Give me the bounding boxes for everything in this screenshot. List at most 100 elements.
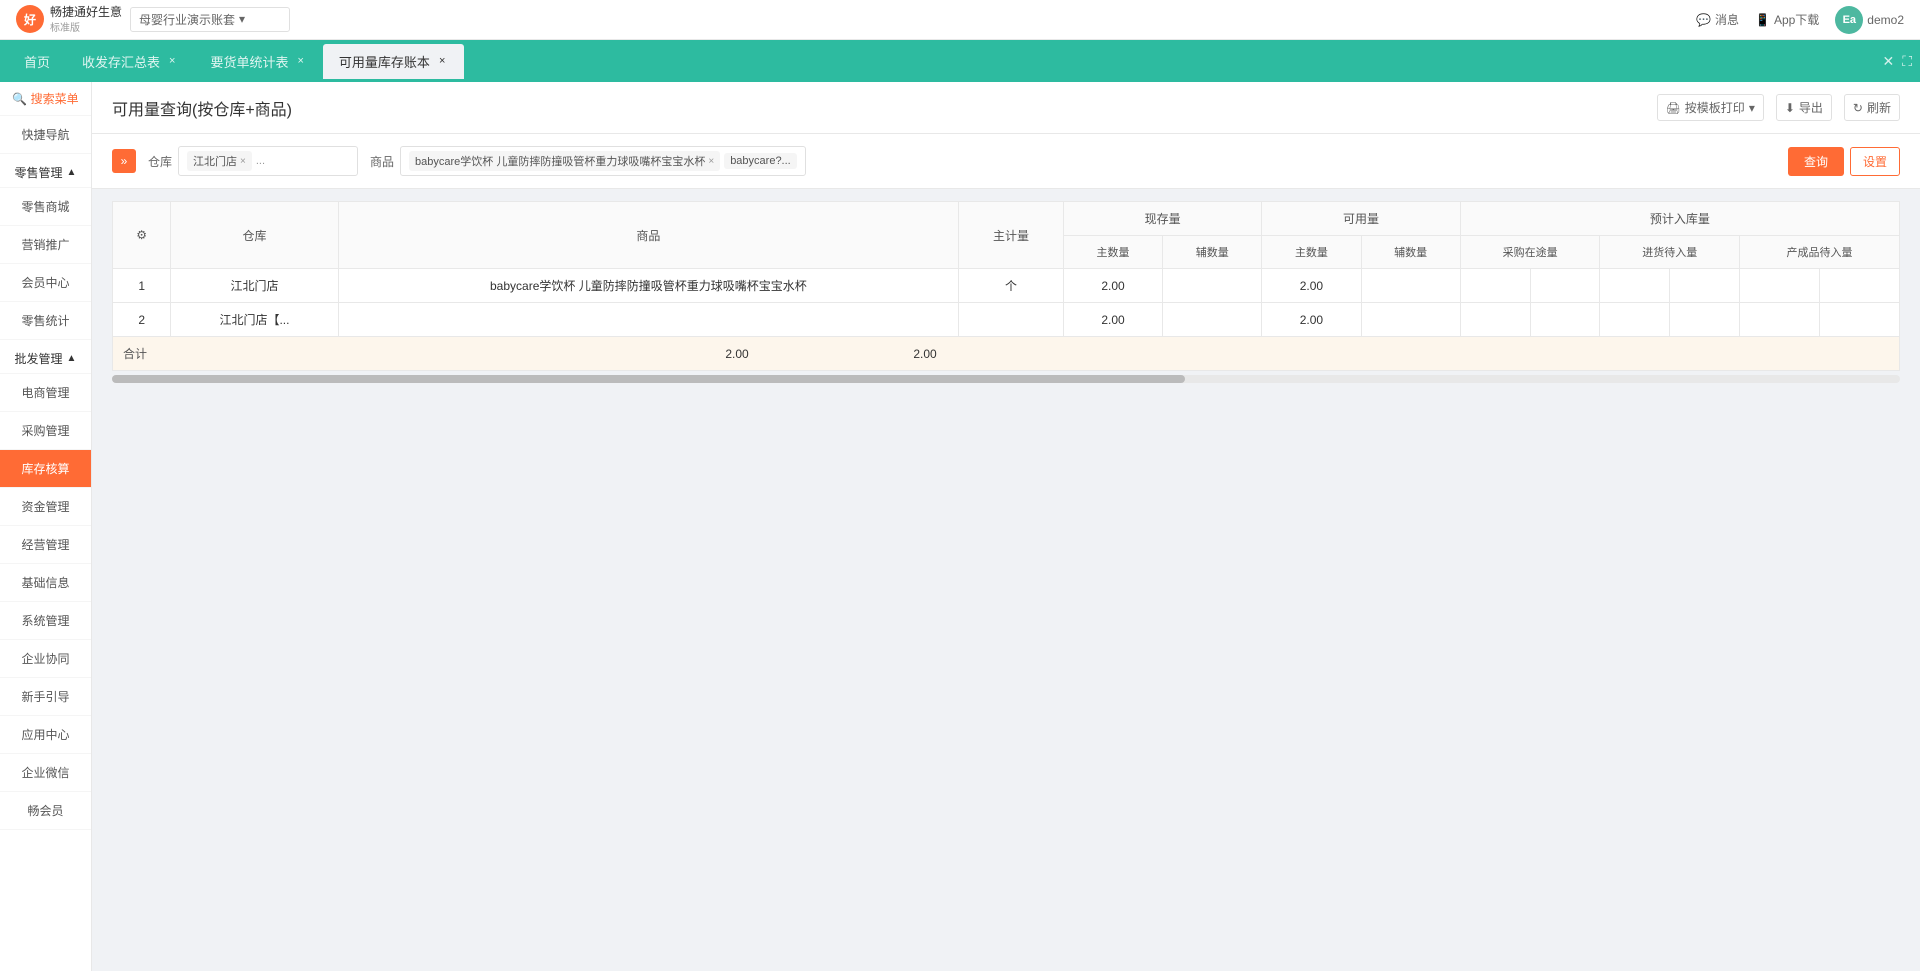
export-icon: ⬇ <box>1785 101 1795 115</box>
product-filter: 商品 babycare学饮杯 儿童防摔防撞吸管杯重力球吸嘴杯宝宝水杯 × bab… <box>370 146 806 176</box>
sidebar-item-ecommerce[interactable]: 电商管理 <box>0 374 91 412</box>
warehouse-input[interactable]: 江北门店 × ... <box>178 146 358 176</box>
sidebar-item-app-center[interactable]: 应用中心 <box>0 716 91 754</box>
member-center-label: 会员中心 <box>21 276 69 290</box>
wholesale-mgmt-arrow: ▲ <box>67 353 77 364</box>
tab-available-stock[interactable]: 可用量库存账本 × <box>323 44 464 79</box>
sidebar-item-retail-mgmt[interactable]: 零售管理 ▲ <box>0 154 91 188</box>
sidebar-item-inventory[interactable]: 库存核算 <box>0 450 91 488</box>
sidebar-item-basic-info[interactable]: 基础信息 <box>0 564 91 602</box>
th-available-sub: 辅数量 <box>1361 236 1460 269</box>
tab-stock-summary-close[interactable]: × <box>166 54 178 68</box>
logo-text-block: 畅捷通好生意 标准版 <box>50 5 122 34</box>
row1-index: 1 <box>113 269 171 303</box>
table-scroll[interactable]: ⚙ 仓库 商品 主计量 现存量 可用量 预计入库量 主数量 辅数量 主数量 <box>112 201 1900 337</box>
row1-current-sub <box>1163 269 1262 303</box>
settings-button[interactable]: 设置 <box>1850 147 1900 176</box>
sidebar-item-purchase[interactable]: 采购管理 <box>0 412 91 450</box>
sidebar-quick-nav[interactable]: 快捷导航 <box>0 116 91 154</box>
sidebar-item-retail-stats[interactable]: 零售统计 <box>0 302 91 340</box>
horizontal-scrollbar[interactable] <box>112 375 1900 383</box>
expand-filter-btn[interactable]: » <box>112 149 136 173</box>
footer-label: 合计 <box>123 345 683 362</box>
tab-stock-summary[interactable]: 收发存汇总表 × <box>66 44 194 79</box>
table-container: ⚙ 仓库 商品 主计量 现存量 可用量 预计入库量 主数量 辅数量 主数量 <box>92 189 1920 399</box>
th-unit: 主计量 <box>959 202 1064 269</box>
query-button[interactable]: 查询 <box>1788 147 1844 176</box>
data-table: ⚙ 仓库 商品 主计量 现存量 可用量 预计入库量 主数量 辅数量 主数量 <box>112 201 1900 337</box>
row1-purchase-sub <box>1530 269 1600 303</box>
sidebar-item-retail-mall[interactable]: 零售商城 <box>0 188 91 226</box>
print-label: 按模板打印 <box>1685 99 1745 116</box>
scrollbar-thumb[interactable] <box>112 375 1185 383</box>
basic-info-label: 基础信息 <box>21 576 69 590</box>
warehouse-tag-remove[interactable]: × <box>240 156 246 167</box>
sidebar-item-newbie-guide[interactable]: 新手引导 <box>0 678 91 716</box>
tab-available-stock-close[interactable]: × <box>436 54 448 68</box>
product-tag1: babycare学饮杯 儿童防摔防撞吸管杯重力球吸嘴杯宝宝水杯 × <box>409 151 720 171</box>
sidebar-item-enterprise-collab[interactable]: 企业协同 <box>0 640 91 678</box>
avatar: Ea <box>1835 6 1863 34</box>
print-template-btn[interactable]: 🖨 按模板打印 ▾ <box>1657 94 1764 121</box>
th-settings[interactable]: ⚙ <box>113 202 171 269</box>
message-icon: 💬 <box>1696 13 1711 27</box>
row2-incoming-sub <box>1670 303 1740 337</box>
ecommerce-label: 电商管理 <box>21 386 69 400</box>
sidebar-item-marketing[interactable]: 营销推广 <box>0 226 91 264</box>
row2-current-main: 2.00 <box>1063 303 1162 337</box>
warehouse-tag-value: 江北门店 <box>193 153 237 169</box>
row2-production-sub <box>1819 303 1899 337</box>
close-window-btn[interactable]: ✕ <box>1882 53 1894 70</box>
logo-icon: 好 <box>16 5 44 33</box>
filter-more-indicator[interactable]: ... <box>256 155 265 167</box>
th-current-stock: 现存量 <box>1063 202 1261 236</box>
refresh-icon: ↻ <box>1853 101 1863 115</box>
member-label: 畅会员 <box>27 804 63 818</box>
row2-warehouse: 江北门店【... <box>171 303 338 337</box>
th-incoming: 进货待入量 <box>1600 236 1740 269</box>
retail-mgmt-label: 零售管理 <box>15 164 63 181</box>
app-center-label: 应用中心 <box>21 728 69 742</box>
filter-bar: » 仓库 江北门店 × ... 商品 babycare学饮杯 儿童防摔防撞吸管杯… <box>92 134 1920 189</box>
mobile-icon: 📱 <box>1755 13 1770 27</box>
sidebar-item-finance[interactable]: 资金管理 <box>0 488 91 526</box>
sidebar-item-operations[interactable]: 经营管理 <box>0 526 91 564</box>
row2-purchase-main <box>1460 303 1530 337</box>
search-icon: 🔍 <box>12 92 27 106</box>
product-tag1-value: babycare学饮杯 儿童防摔防撞吸管杯重力球吸嘴杯宝宝水杯 <box>415 153 705 169</box>
maximize-window-btn[interactable]: ⛶ <box>1902 53 1912 70</box>
refresh-btn[interactable]: ↻ 刷新 <box>1844 94 1900 121</box>
sidebar-item-system[interactable]: 系统管理 <box>0 602 91 640</box>
logo-area: 好 畅捷通好生意 标准版 <box>16 5 122 34</box>
table-row: 2 江北门店【... 2.00 2.00 <box>113 303 1900 337</box>
row2-current-sub <box>1163 303 1262 337</box>
store-selector[interactable]: 母婴行业演示账套 ▾ <box>130 7 290 32</box>
row2-available-sub <box>1361 303 1460 337</box>
user-area[interactable]: Ea demo2 <box>1835 6 1904 34</box>
sidebar-search[interactable]: 🔍 搜索菜单 <box>0 82 91 116</box>
sidebar-item-wholesale-mgmt[interactable]: 批发管理 ▲ <box>0 340 91 374</box>
print-icon: 🖨 <box>1666 101 1681 115</box>
top-bar: 好 畅捷通好生意 标准版 母婴行业演示账套 ▾ 💬 消息 📱 App下载 Ea … <box>0 0 1920 40</box>
app-download-action[interactable]: 📱 App下载 <box>1755 11 1819 28</box>
tab-home-label: 首页 <box>24 52 50 71</box>
row1-production-main <box>1740 269 1820 303</box>
sidebar-item-member-center[interactable]: 会员中心 <box>0 264 91 302</box>
tab-home[interactable]: 首页 <box>8 44 66 79</box>
sidebar-item-wechat-work[interactable]: 企业微信 <box>0 754 91 792</box>
tab-order-stats-close[interactable]: × <box>294 54 306 68</box>
app-download-label: App下载 <box>1774 11 1819 28</box>
top-bar-left: 好 畅捷通好生意 标准版 母婴行业演示账套 ▾ <box>16 5 290 34</box>
product-input[interactable]: babycare学饮杯 儿童防摔防撞吸管杯重力球吸嘴杯宝宝水杯 × babyca… <box>400 146 806 176</box>
dropdown-icon: ▾ <box>239 12 245 26</box>
row1-warehouse: 江北门店 <box>171 269 338 303</box>
product-tag1-remove[interactable]: × <box>708 156 714 167</box>
footer-current-main: 2.00 <box>683 347 791 361</box>
message-action[interactable]: 💬 消息 <box>1696 11 1739 28</box>
row2-production-main <box>1740 303 1820 337</box>
warehouse-filter: 仓库 江北门店 × ... <box>148 146 358 176</box>
warehouse-tag: 江北门店 × <box>187 151 252 171</box>
tab-order-stats[interactable]: 要货单统计表 × <box>194 44 322 79</box>
export-btn[interactable]: ⬇ 导出 <box>1776 94 1832 121</box>
sidebar-item-member[interactable]: 畅会员 <box>0 792 91 830</box>
